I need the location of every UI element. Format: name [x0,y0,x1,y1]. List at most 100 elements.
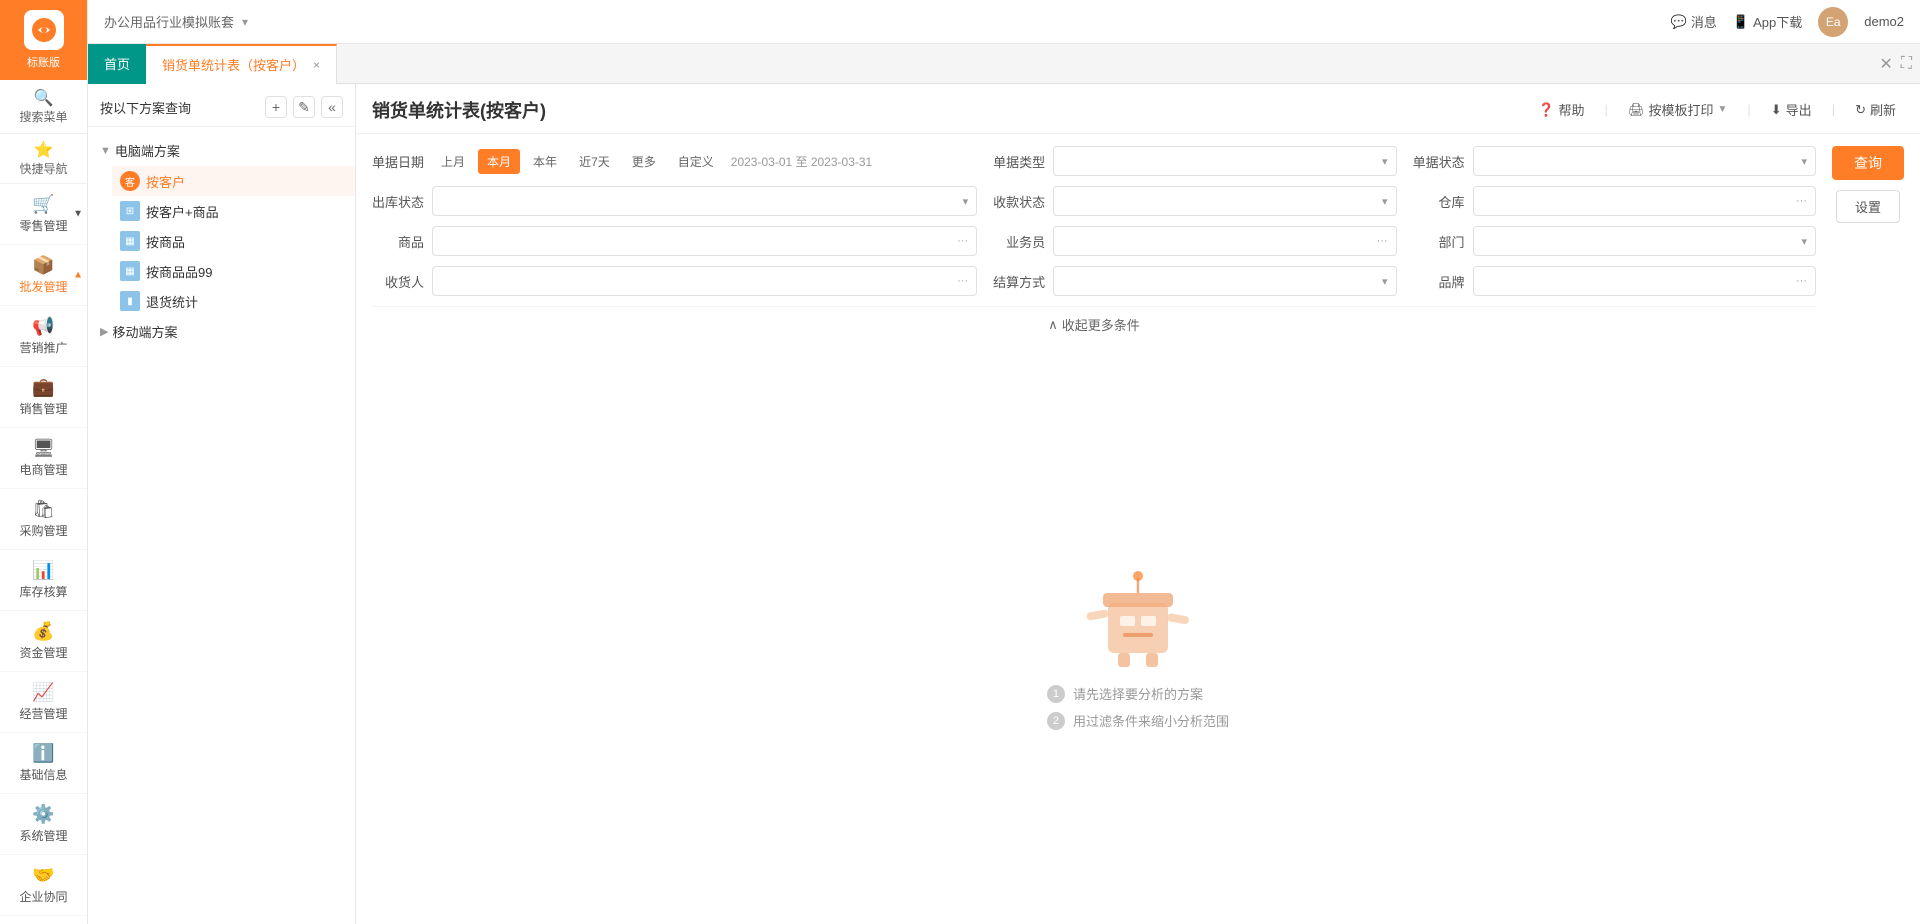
sidebar-shortcut-item[interactable]: ⭐ 快捷导航 [0,134,87,184]
breadcrumb-arrow-icon: ▾ [242,15,248,29]
filter-salesperson-group: 业务员 ··· [993,226,1396,256]
select-arrow-icon: ▾ [1382,155,1388,168]
sidebar-item-wholesale[interactable]: 📦 批发管理 ▲ [0,245,87,306]
sidebar-logo[interactable]: 标账版 [0,0,87,80]
desktop-scheme-group[interactable]: ▼ 电脑端方案 [88,135,355,166]
tab-home[interactable]: 首页 [88,44,146,84]
main-area: 办公用品行业模拟账套 ▾ 💬 消息 📱 App下载 Ea demo2 首页 销货… [88,0,1920,924]
print-arrow-icon: ▼ [1717,104,1727,115]
sidebar-item-basic[interactable]: ℹ️ 基础信息 [0,733,87,794]
logo-icon [24,10,64,50]
custom-btn[interactable]: 自定义 [669,149,723,174]
desktop-scheme-label: 电脑端方案 [115,141,180,160]
maximize-tab-icon[interactable]: ⛶ [1901,55,1912,73]
print-button[interactable]: 🖨 按模板打印 ▼ [1620,96,1735,123]
app-download-button[interactable]: 📱 App下载 [1733,12,1802,31]
help-button[interactable]: ❓ 帮助 [1530,96,1592,123]
filter-goods-group: 商品 ··· [372,226,977,256]
doc-type-select[interactable]: ▾ [1053,146,1396,176]
sidebar-item-system[interactable]: ⚙️ 系统管理 [0,794,87,855]
sidebar-item-marketing[interactable]: 📢 营销推广 [0,306,87,367]
tab-sales-stats[interactable]: 销货单统计表（按客户） × [146,44,337,84]
sidebar-search-item[interactable]: 🔍 搜索菜单 [0,80,87,134]
filter-date-group: 单据日期 上月 本月 本年 近7天 更多 自定义 20 [372,146,977,176]
export-button[interactable]: ⬇ 导出 [1763,96,1820,123]
brand-select[interactable]: ··· [1473,266,1816,296]
print-label: 按模板打印 [1648,100,1713,119]
edit-scheme-button[interactable]: ✎ [293,96,315,118]
sidebar-item-ecommerce[interactable]: 🖥 电商管理 [0,428,87,489]
help-label: 帮助 [1559,100,1585,119]
scheme-item-by-customer-product[interactable]: ⊞ 按客户+商品 [112,196,355,226]
sidebar-item-label: 系统管理 [19,827,67,844]
mobile-scheme-group[interactable]: ▶ 移动端方案 [88,316,355,347]
query-button[interactable]: 查询 [1832,146,1904,180]
sidebar-item-purchase[interactable]: 🛍 采购管理 [0,489,87,550]
collapse-panel-button[interactable]: « [321,96,343,118]
message-label: 消息 [1691,12,1717,31]
hint-number-2: 2 [1047,712,1065,730]
empty-hints: 1 请先选择要分析的方案 2 用过滤条件来缩小分析范围 [1047,684,1229,730]
ecommerce-icon: 🖥 [32,438,55,459]
filter-recipient-group: 收货人 ··· [372,266,977,296]
recipient-select[interactable]: ··· [432,266,977,296]
filter-row-3: 商品 ··· 业务员 ··· [372,226,1816,256]
select-arrow-icon10: ▾ [1382,275,1388,288]
sidebar-item-label: 营销推广 [19,339,67,356]
hint-number-1: 1 [1047,685,1065,703]
sidebar-item-newbie[interactable]: 🌟 新手引导 [0,916,87,924]
empty-illustration [1078,548,1198,668]
scheme-item-by-product99[interactable]: ▦ 按商品品99 [112,256,355,286]
select-arrow-icon8: ▾ [1801,235,1807,248]
sidebar-item-label: 经营管理 [19,705,67,722]
sidebar-item-operations[interactable]: 📈 经营管理 [0,672,87,733]
this-month-btn[interactable]: 本月 [478,149,520,174]
sidebar-item-label: 基础信息 [19,766,67,783]
collapse-icon: « [328,99,336,115]
scheme-item-by-customer[interactable]: 客 按客户 [112,166,355,196]
divider1: | [1605,102,1608,117]
sidebar-item-label: 企业协同 [19,888,67,905]
settlement-select[interactable]: ▾ [1053,266,1396,296]
collapse-bar[interactable]: ∧ 收起更多条件 [372,306,1816,342]
more-btn[interactable]: 更多 [623,149,665,174]
this-year-btn[interactable]: 本年 [524,149,566,174]
header-actions: 💬 消息 📱 App下载 Ea demo2 [1671,7,1904,37]
doc-status-select[interactable]: ▾ [1473,146,1816,176]
last7-btn[interactable]: 近7天 [570,149,619,174]
set-button[interactable]: 设置 [1836,190,1900,223]
add-scheme-button[interactable]: + [265,96,287,118]
warehouse-select[interactable]: ··· [1473,186,1816,216]
department-select[interactable]: ▾ [1473,226,1816,256]
salesperson-select[interactable]: ··· [1053,226,1396,256]
sidebar-item-label: 采购管理 [19,522,67,539]
out-status-select[interactable]: ▾ [432,186,977,216]
payment-status-select[interactable]: ▾ [1053,186,1396,216]
page-title: 销货单统计表(按客户) [372,97,546,123]
sales-icon: 💼 [32,377,54,398]
sidebar-item-retail[interactable]: 🛒 零售管理 ▼ [0,184,87,245]
top-header: 办公用品行业模拟账套 ▾ 💬 消息 📱 App下载 Ea demo2 [88,0,1920,44]
breadcrumb: 办公用品行业模拟账套 ▾ [104,12,248,31]
export-label: 导出 [1786,100,1812,119]
refresh-button[interactable]: ↻ 刷新 [1847,96,1904,123]
sidebar-item-sales[interactable]: 💼 销售管理 [0,367,87,428]
user-avatar[interactable]: Ea [1818,7,1848,37]
page-actions: ❓ 帮助 | 🖨 按模板打印 ▼ | ⬇ 导出 | [1530,96,1904,123]
close-tab-icon[interactable]: ✕ [1879,54,1892,74]
recipient-label: 收货人 [372,272,424,291]
department-label: 部门 [1413,232,1465,251]
scheme-item-by-product[interactable]: ▦ 按商品 [112,226,355,256]
retail-icon: 🛒 [32,194,54,215]
purchase-icon: 🛍 [32,499,55,520]
enterprise-icon: 🤝 [32,865,54,886]
last-month-btn[interactable]: 上月 [432,149,474,174]
scheme-table2-icon: ▦ [120,261,140,281]
message-button[interactable]: 💬 消息 [1671,12,1717,31]
sidebar-item-finance[interactable]: 💰 资金管理 [0,611,87,672]
sidebar-item-inventory[interactable]: 📊 库存核算 [0,550,87,611]
goods-select[interactable]: ··· [432,226,977,256]
sidebar-item-enterprise[interactable]: 🤝 企业协同 [0,855,87,916]
scheme-item-return[interactable]: ▮ 退货统计 [112,286,355,316]
tab-close-icon[interactable]: × [313,58,320,72]
